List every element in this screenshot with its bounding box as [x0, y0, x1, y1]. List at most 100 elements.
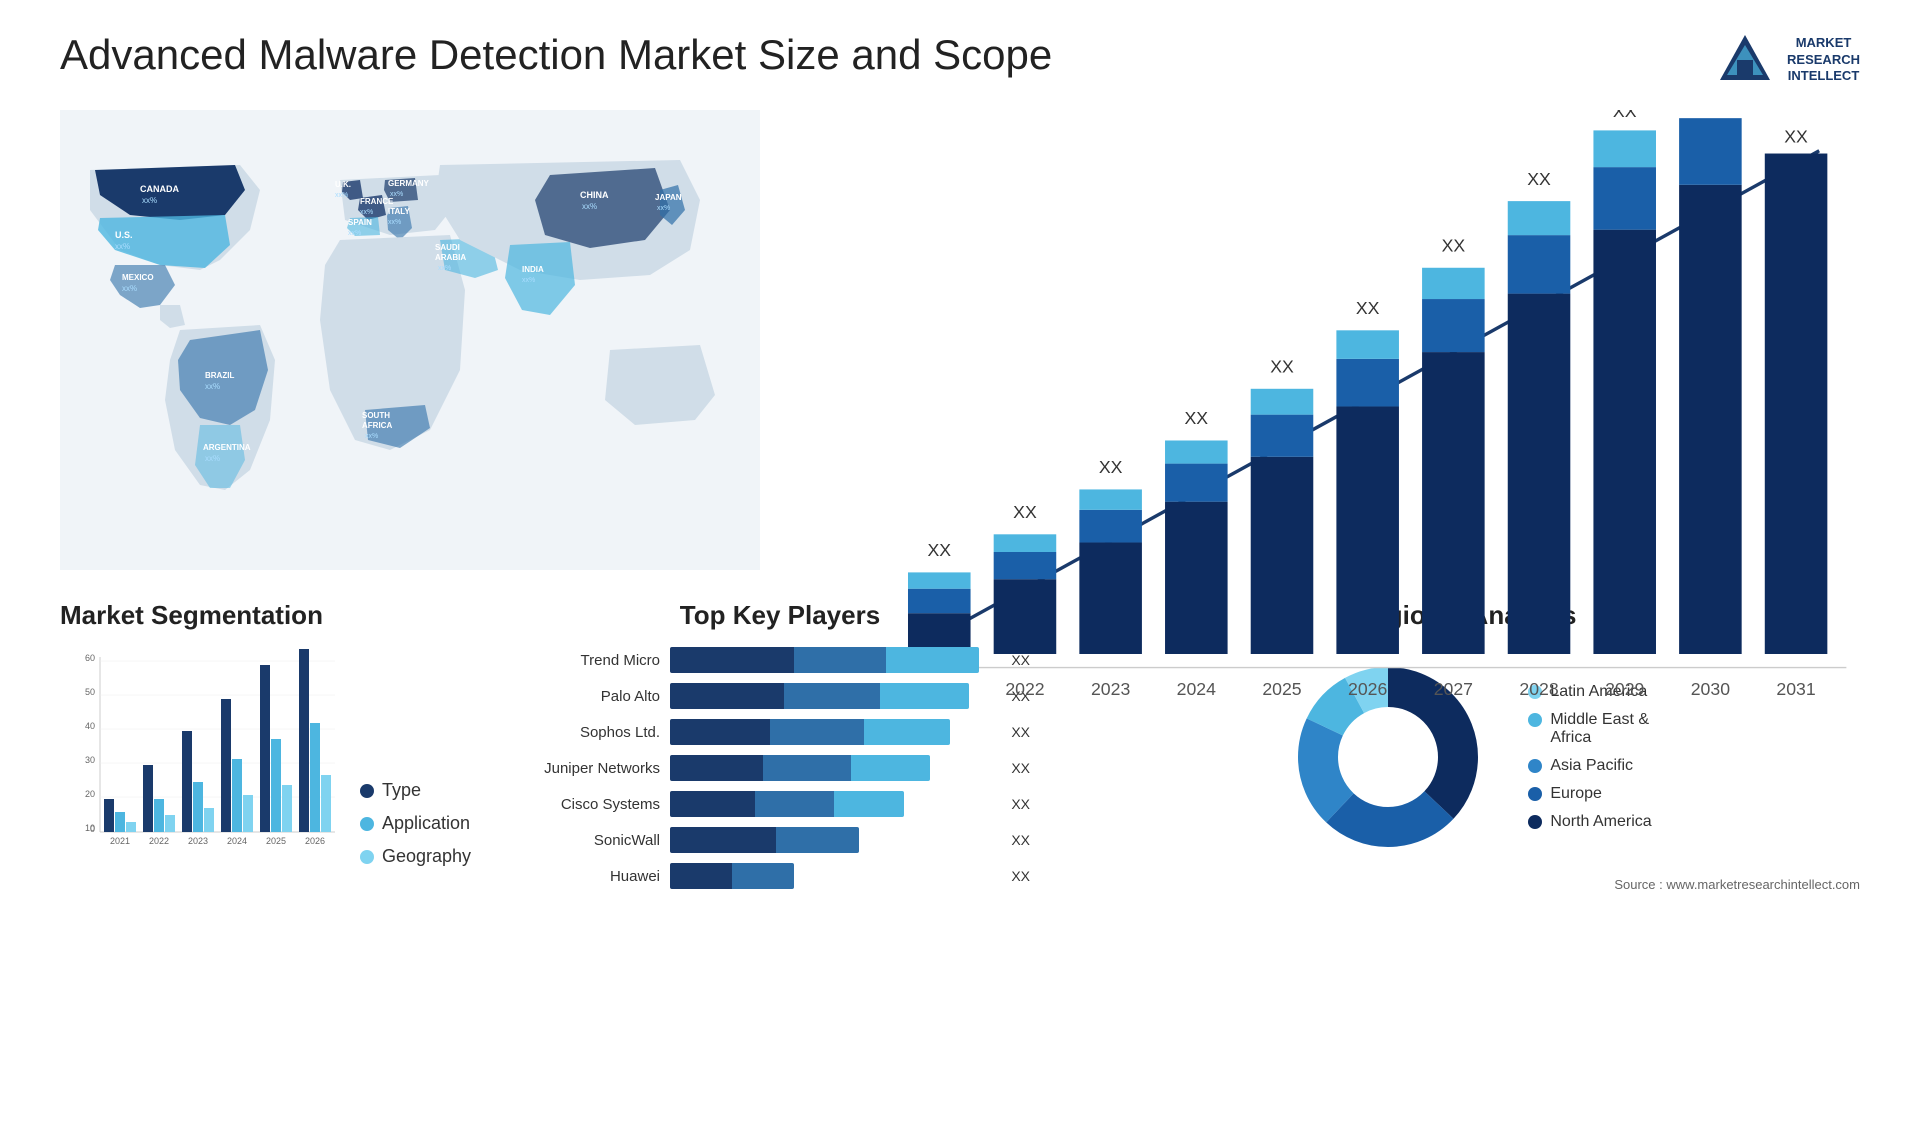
- player-bar-wrap: [670, 719, 995, 745]
- svg-text:XX: XX: [927, 540, 951, 560]
- svg-text:2025: 2025: [266, 836, 286, 846]
- svg-text:ARGENTINA: ARGENTINA: [203, 443, 251, 452]
- legend-north-america-dot: [1528, 815, 1542, 829]
- svg-text:AFRICA: AFRICA: [362, 421, 392, 430]
- svg-text:xx%: xx%: [122, 284, 137, 293]
- svg-text:XX: XX: [1442, 235, 1466, 255]
- map-svg: CANADA xx% U.S. xx% MEXICO xx% BRAZIL xx…: [60, 110, 760, 570]
- player-value: XX: [1011, 868, 1030, 884]
- player-row: Juniper Networks XX: [530, 755, 1030, 781]
- svg-text:XX: XX: [1185, 408, 1209, 428]
- svg-text:2022: 2022: [149, 836, 169, 846]
- player-row: Sophos Ltd. XX: [530, 719, 1030, 745]
- legend-north-america: North America: [1528, 813, 1651, 831]
- legend-geography-dot: [360, 850, 374, 864]
- svg-text:xx%: xx%: [360, 209, 373, 216]
- svg-text:60: 60: [85, 653, 95, 663]
- player-row: Huawei XX: [530, 863, 1030, 889]
- player-name: Cisco Systems: [530, 796, 660, 813]
- svg-text:xx%: xx%: [115, 242, 130, 251]
- svg-text:2025: 2025: [1262, 679, 1301, 699]
- logo-area: MARKET RESEARCH INTELLECT: [1715, 30, 1860, 90]
- svg-text:2023: 2023: [188, 836, 208, 846]
- player-row: Cisco Systems XX: [530, 791, 1030, 817]
- header: Advanced Malware Detection Market Size a…: [60, 30, 1860, 90]
- player-name: Palo Alto: [530, 688, 660, 705]
- svg-text:2030: 2030: [1691, 679, 1730, 699]
- legend-type-label: Type: [382, 780, 421, 801]
- legend-type-dot: [360, 784, 374, 798]
- legend-application: Application: [360, 813, 471, 834]
- svg-text:2026: 2026: [1348, 679, 1387, 699]
- svg-text:2026: 2026: [305, 836, 325, 846]
- svg-text:XX: XX: [1527, 169, 1551, 189]
- player-name: Juniper Networks: [530, 760, 660, 777]
- player-bar-wrap: [670, 755, 995, 781]
- page-title: Advanced Malware Detection Market Size a…: [60, 30, 1052, 80]
- svg-text:CHINA: CHINA: [580, 190, 609, 200]
- legend-application-label: Application: [382, 813, 470, 834]
- player-row: SonicWall XX: [530, 827, 1030, 853]
- player-row: Palo Alto XX: [530, 683, 1030, 709]
- svg-text:BRAZIL: BRAZIL: [205, 371, 234, 380]
- legend-europe-dot: [1528, 787, 1542, 801]
- svg-text:xx%: xx%: [365, 433, 378, 440]
- player-name: Trend Micro: [530, 652, 660, 669]
- svg-text:0: 0: [90, 824, 95, 834]
- svg-text:40: 40: [85, 721, 95, 731]
- svg-text:ARABIA: ARABIA: [435, 253, 466, 262]
- growth-chart-svg: XX XX XX XX XX: [840, 110, 1860, 736]
- legend-application-dot: [360, 817, 374, 831]
- svg-text:2027: 2027: [1434, 679, 1473, 699]
- legend-europe: Europe: [1528, 785, 1651, 803]
- svg-text:SPAIN: SPAIN: [348, 218, 372, 227]
- player-bar: [670, 719, 950, 745]
- svg-text:U.K.: U.K.: [335, 180, 351, 189]
- svg-text:2029: 2029: [1605, 679, 1644, 699]
- svg-text:20: 20: [85, 789, 95, 799]
- player-bar-wrap: [670, 647, 995, 673]
- svg-text:xx%: xx%: [388, 219, 401, 226]
- map-container: CANADA xx% U.S. xx% MEXICO xx% BRAZIL xx…: [60, 110, 760, 570]
- source-line: Source : www.marketresearchintellect.com: [1070, 877, 1860, 892]
- svg-text:XX: XX: [1613, 110, 1637, 121]
- svg-text:xx%: xx%: [205, 382, 220, 391]
- segmentation-chart: 60 50 40 30 20 10 0: [60, 647, 340, 867]
- legend-asia-pacific: Asia Pacific: [1528, 757, 1651, 775]
- player-name: Huawei: [530, 868, 660, 885]
- legend-geography-label: Geography: [382, 846, 471, 867]
- legend-asia-pacific-label: Asia Pacific: [1550, 757, 1633, 775]
- player-bar: [670, 863, 794, 889]
- svg-text:xx%: xx%: [205, 454, 220, 463]
- player-bar-wrap: [670, 683, 995, 709]
- svg-text:2024: 2024: [227, 836, 247, 846]
- logo-text: MARKET RESEARCH INTELLECT: [1787, 35, 1860, 86]
- player-bar-wrap: [670, 791, 995, 817]
- bar-chart-container: XX XX XX XX XX: [800, 110, 1860, 570]
- svg-text:SOUTH: SOUTH: [362, 411, 390, 420]
- svg-text:30: 30: [85, 755, 95, 765]
- segmentation-chart-area: 60 50 40 30 20 10 0: [60, 647, 490, 867]
- player-bar-wrap: [670, 827, 995, 853]
- legend-asia-pacific-dot: [1528, 759, 1542, 773]
- svg-text:XX: XX: [1013, 502, 1037, 522]
- svg-text:XX: XX: [1099, 457, 1123, 477]
- segmentation-container: Market Segmentation 60 50 40 30 20 10 0: [60, 600, 490, 867]
- svg-text:2023: 2023: [1091, 679, 1130, 699]
- svg-text:ITALY: ITALY: [388, 207, 410, 216]
- svg-text:xx%: xx%: [348, 230, 361, 237]
- svg-text:xx%: xx%: [335, 192, 348, 199]
- svg-text:2022: 2022: [1005, 679, 1044, 699]
- player-value: XX: [1011, 760, 1030, 776]
- seg-legend: Type Application Geography: [360, 780, 471, 867]
- player-bar: [670, 647, 979, 673]
- svg-text:xx%: xx%: [390, 191, 403, 198]
- svg-text:JAPAN: JAPAN: [655, 193, 682, 202]
- player-bar-wrap: [670, 863, 995, 889]
- svg-text:XX: XX: [1270, 356, 1294, 376]
- player-bar: [670, 683, 969, 709]
- svg-text:U.S.: U.S.: [115, 230, 133, 240]
- legend-europe-label: Europe: [1550, 785, 1602, 803]
- player-value: XX: [1011, 796, 1030, 812]
- segmentation-title: Market Segmentation: [60, 600, 490, 631]
